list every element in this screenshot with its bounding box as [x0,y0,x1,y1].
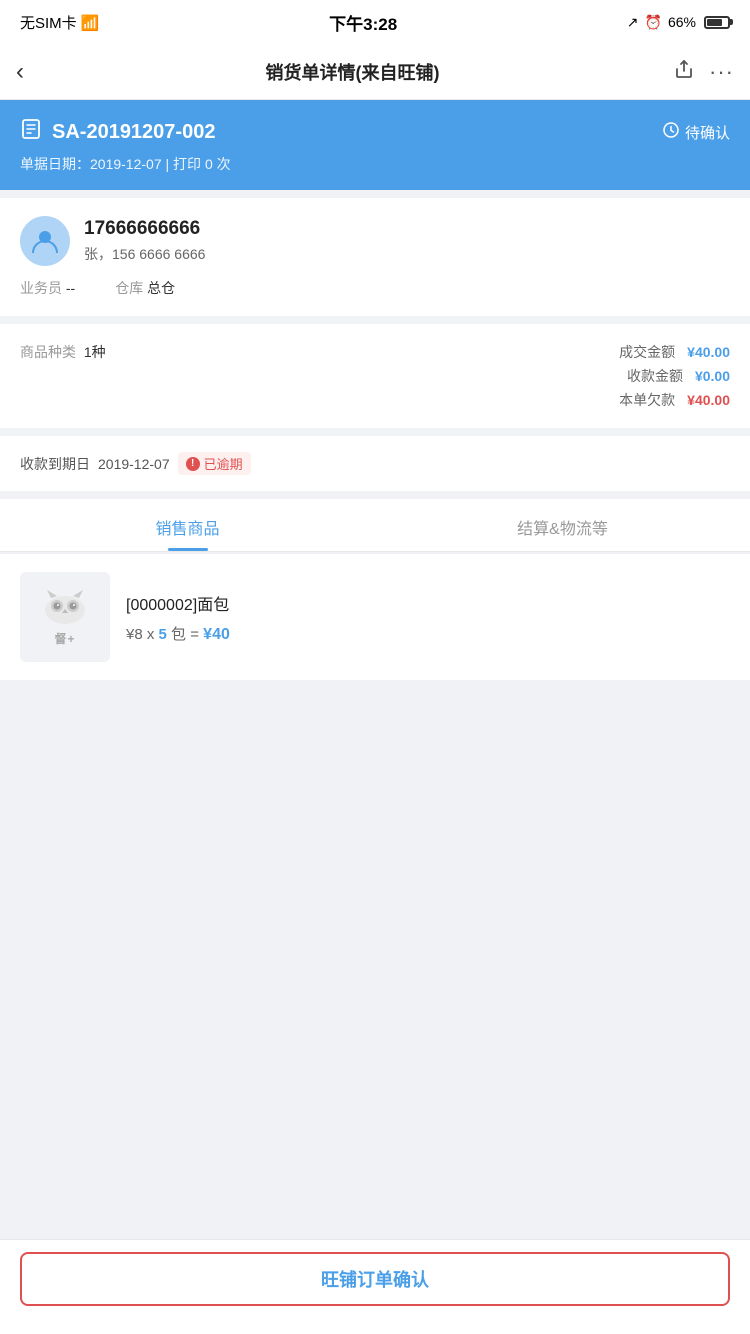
order-date: 单据日期：2019-12-07 | 打印 0 次 [20,154,730,174]
page-title: 销货单详情(来自旺铺) [32,59,673,85]
status-right: ↗ ⏰ 66% [627,14,730,31]
order-status: 待确认 [663,122,730,143]
customer-section: 17666666666 张，156 6666 6666 业务员 -- 仓库 总仓 [0,198,750,316]
alarm-icon: ⏰ [645,14,662,31]
status-clock-icon [663,122,679,142]
due-date: 2019-12-07 [98,456,170,472]
overdue-text: 已逾期 [204,454,243,473]
order-header: SA-20191207-002 待确认 单据日期：2019-12-07 | 打印… [0,100,750,190]
status-time: 下午3:28 [329,10,397,35]
customer-info: 17666666666 张，156 6666 6666 [84,218,730,264]
product-name: [0000002]面包 [126,591,730,615]
deal-amount-row: 成交金额 ¥40.00 [619,342,730,362]
status-left: 无SIM卡 📶 [20,12,100,33]
owed-amount-row: 本单欠款 ¥40.00 [619,390,730,410]
battery-percent: 66% [668,14,696,30]
deal-amount: ¥40.00 [687,344,730,360]
share-button[interactable] [673,58,695,86]
order-id: SA-20191207-002 [20,118,215,146]
carrier-text: 无SIM卡 📶 [20,12,100,33]
nav-bar: ‹ 销货单详情(来自旺铺) ··· [0,44,750,100]
back-button[interactable]: ‹ [8,50,32,94]
tab-settlement-logistics[interactable]: 结算&物流等 [375,499,750,551]
owed-amount: ¥40.00 [687,392,730,408]
salesman-field: 业务员 -- [20,278,75,298]
product-image: 督+ [20,572,110,662]
nav-actions: ··· [673,58,734,86]
product-info: [0000002]面包 ¥8 x 5 包 = ¥40 [126,591,730,644]
due-label: 收款到期日 [20,454,90,474]
product-item: 督+ [0000002]面包 ¥8 x 5 包 = ¥40 [0,554,750,680]
product-total: ¥40 [203,626,230,643]
overdue-badge: ! 已逾期 [178,452,251,475]
status-bar: 无SIM卡 📶 下午3:28 ↗ ⏰ 66% [0,0,750,44]
logo-text: 督+ [54,630,75,647]
order-icon [20,118,42,146]
confirm-order-button[interactable]: 旺铺订单确认 [20,1252,730,1306]
battery-icon [704,16,730,29]
product-price: ¥8 x 5 包 = ¥40 [126,623,730,644]
summary-section: 商品种类 1种 成交金额 ¥40.00 收款金额 ¥0.00 本单欠款 ¥40.… [0,324,750,428]
received-amount-row: 收款金额 ¥0.00 [627,366,730,386]
bottom-bar: 旺铺订单确认 [0,1239,750,1334]
overdue-icon: ! [186,457,200,471]
customer-meta: 业务员 -- 仓库 总仓 [20,278,730,298]
warehouse-field: 仓库 总仓 [115,278,175,298]
amount-summary: 成交金额 ¥40.00 收款金额 ¥0.00 本单欠款 ¥40.00 [619,342,730,410]
due-section: 收款到期日 2019-12-07 ! 已逾期 [0,436,750,491]
customer-phone: 17666666666 [84,218,730,240]
customer-name: 张，156 6666 6666 [84,244,730,264]
more-button[interactable]: ··· [709,59,734,85]
tab-sales-goods[interactable]: 销售商品 [0,499,375,551]
status-text: 待确认 [685,122,730,143]
product-section: 督+ [0000002]面包 ¥8 x 5 包 = ¥40 [0,554,750,680]
tabs-section: 销售商品 结算&物流等 [0,499,750,552]
received-amount: ¥0.00 [695,368,730,384]
empty-area [0,680,750,880]
location-icon: ↗ [627,14,639,31]
avatar [20,216,70,266]
product-type: 商品种类 1种 [20,342,106,362]
